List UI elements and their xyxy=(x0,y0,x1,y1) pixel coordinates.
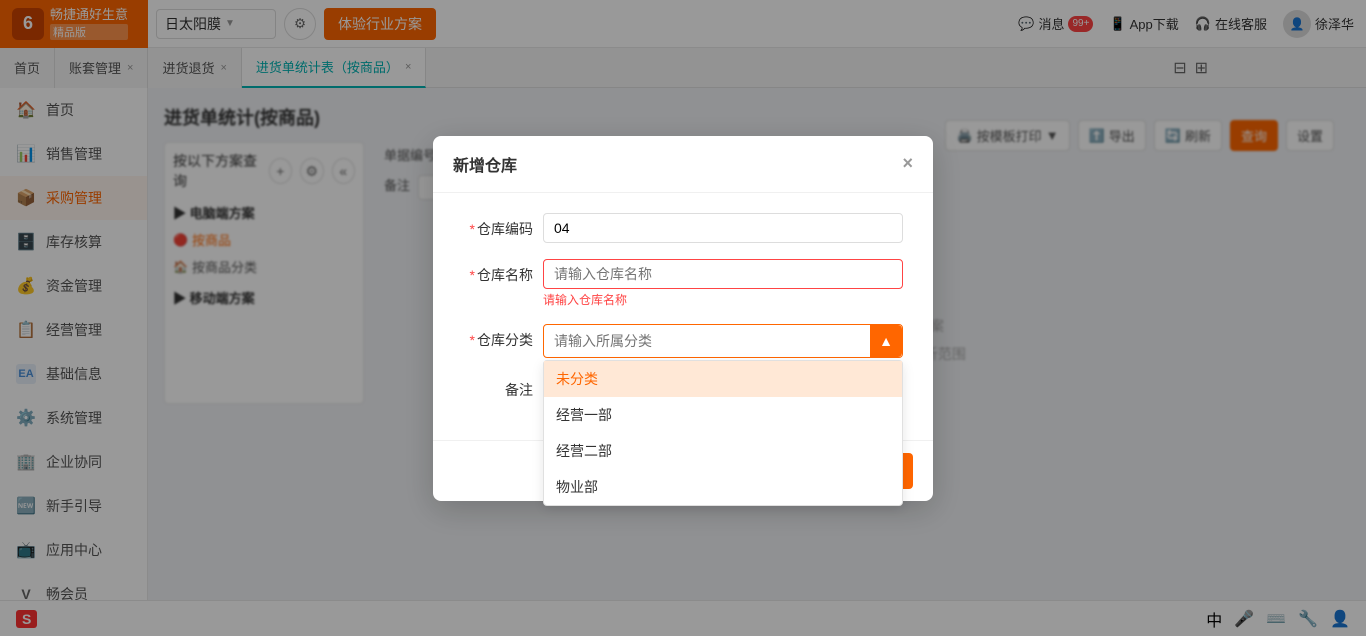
category-toggle-button[interactable]: ▲ xyxy=(870,325,902,357)
category-option-dept1[interactable]: 经营一部 xyxy=(544,397,902,433)
note-label: 备注 xyxy=(463,374,543,400)
code-control xyxy=(543,213,903,243)
dialog-header: 新增仓库 × xyxy=(433,136,933,193)
modal-overlay[interactable]: 新增仓库 × 仓库编码 仓库名称 请输入仓库名称 仓库分类 xyxy=(0,0,1366,636)
category-option-uncategorized[interactable]: 未分类 xyxy=(544,361,902,397)
code-label: 仓库编码 xyxy=(463,213,543,239)
code-input[interactable] xyxy=(543,213,903,243)
category-option-dept2[interactable]: 经营二部 xyxy=(544,433,902,469)
name-input[interactable] xyxy=(543,259,903,289)
name-label: 仓库名称 xyxy=(463,259,543,285)
category-input-row: ▲ xyxy=(543,324,903,358)
category-control: ▲ 未分类 经营一部 经营二部 物业部 xyxy=(543,324,903,358)
dialog-title: 新增仓库 xyxy=(453,152,517,176)
dialog-body: 仓库编码 仓库名称 请输入仓库名称 仓库分类 ▲ xyxy=(433,193,933,440)
category-dropdown: 未分类 经营一部 经营二部 物业部 xyxy=(543,360,903,506)
form-row-name: 仓库名称 请输入仓库名称 xyxy=(463,259,903,308)
new-warehouse-dialog: 新增仓库 × 仓库编码 仓库名称 请输入仓库名称 仓库分类 xyxy=(433,136,933,501)
name-control: 请输入仓库名称 xyxy=(543,259,903,308)
category-label: 仓库分类 xyxy=(463,324,543,350)
name-error-msg: 请输入仓库名称 xyxy=(543,291,903,308)
category-option-property[interactable]: 物业部 xyxy=(544,469,902,505)
category-input[interactable] xyxy=(544,327,870,355)
form-row-code: 仓库编码 xyxy=(463,213,903,243)
form-row-category: 仓库分类 ▲ 未分类 经营一部 经营二部 物业部 xyxy=(463,324,903,358)
dialog-close-button[interactable]: × xyxy=(902,153,913,174)
